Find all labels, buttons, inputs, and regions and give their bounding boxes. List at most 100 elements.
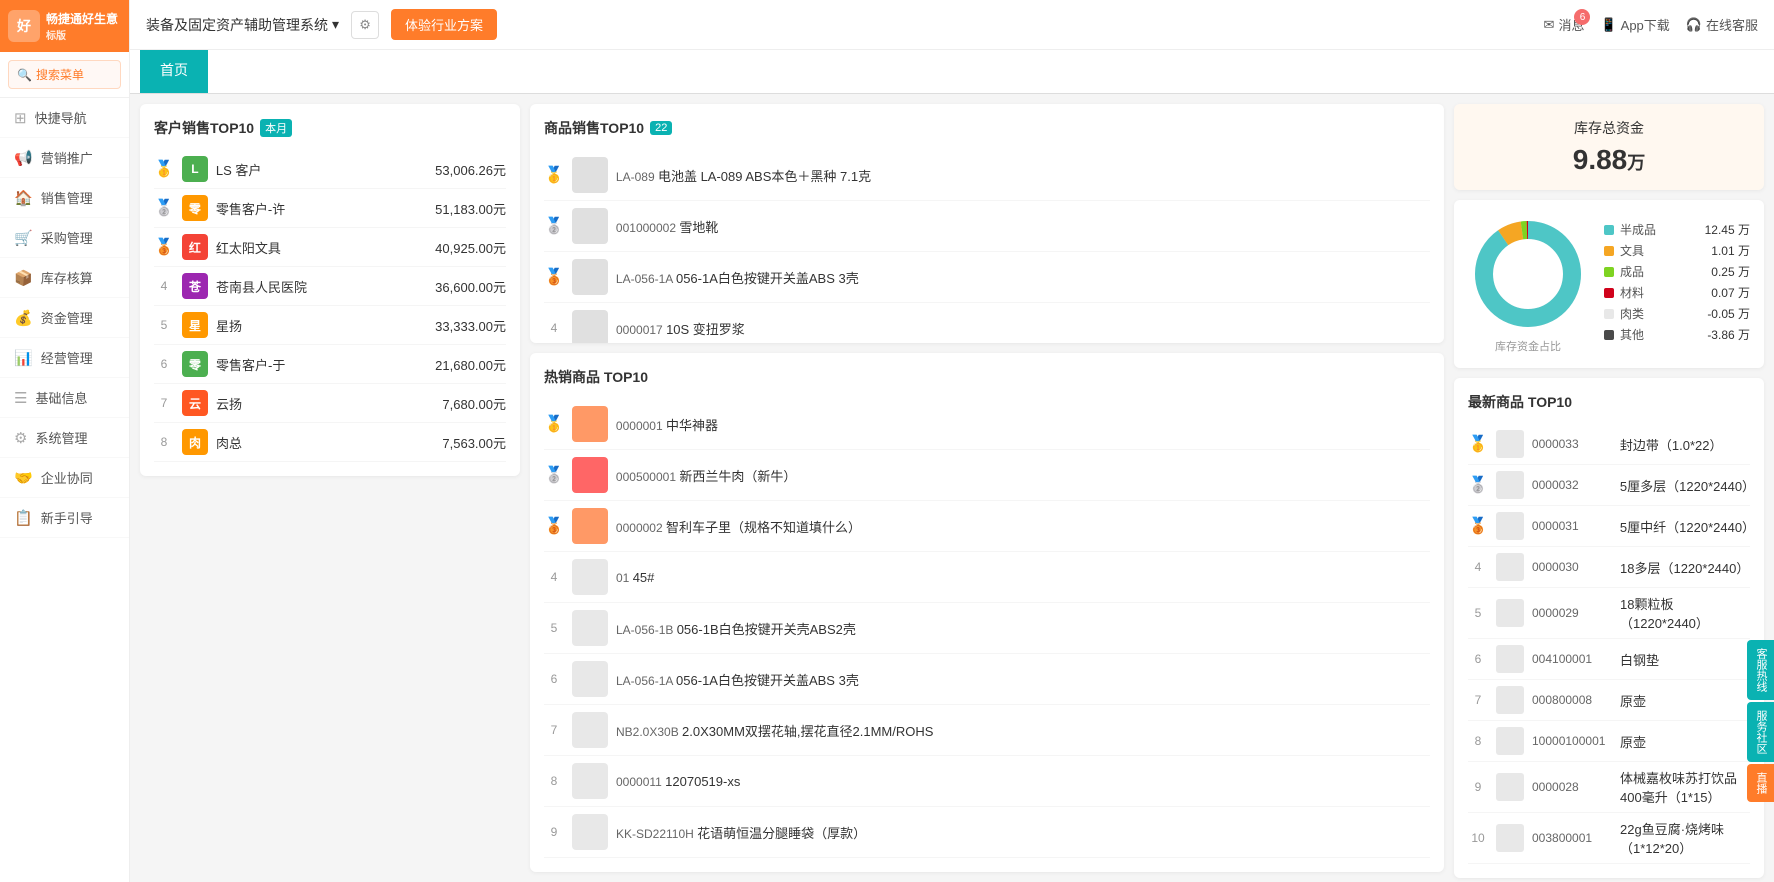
new-product-row: 90000028体械嘉枚味苏打饮品400毫升（1*15） — [1468, 762, 1750, 813]
stock-donut-card: 库存资金占比 半成品12.45 万文具1.01 万成品0.25 万材料0.07 … — [1454, 200, 1764, 368]
hot-product-row: 🥉0000002 智利车子里（规格不知道填什么） — [544, 501, 1430, 552]
customer-row: 🥈零零售客户-许51,183.00元 — [154, 189, 506, 228]
right-column: 库存总资金 9.88万 — [1454, 104, 1764, 872]
customer-top10-card: 客户销售TOP10 本月 🥇LLS 客户53,006.26元🥈零零售客户-许51… — [140, 104, 520, 476]
logo: 好 畅捷通好生意 标版 — [0, 0, 129, 52]
settings-button[interactable]: ⚙ — [351, 11, 379, 39]
sales-icon: 🏠 — [14, 189, 33, 207]
topbar-actions: ✉ 消息 6 📱 App下载 🎧 在线客服 — [1544, 15, 1758, 34]
message-button[interactable]: ✉ 消息 6 — [1544, 15, 1585, 34]
sidebar-item-finance[interactable]: 💰 资金管理 — [0, 298, 129, 338]
system-title: 装备及固定资产辅助管理系统 — [146, 15, 328, 35]
stock-total-card: 库存总资金 9.88万 — [1454, 104, 1764, 190]
sidebar-item-basic[interactable]: ☰ 基础信息 — [0, 378, 129, 418]
donut-label: 库存资金占比 — [1468, 338, 1588, 354]
system-icon: ⚙ — [14, 429, 27, 447]
customer-row: 8肉肉总7,563.00元 — [154, 423, 506, 462]
system-title-dropdown[interactable]: 装备及固定资产辅助管理系统 ▾ — [146, 15, 339, 35]
product-sales-row: 🥉LA-056-1A 056-1A白色按键开关盖ABS 3壳 — [544, 252, 1430, 303]
stock-total-label: 库存总资金 — [1468, 118, 1750, 138]
tab-home[interactable]: 首页 — [140, 50, 208, 93]
guide-icon: 📋 — [14, 509, 33, 527]
product-sales-title: 商品销售TOP10 22 — [544, 118, 1430, 138]
stock-icon: 📦 — [14, 269, 33, 287]
left-column: 客户销售TOP10 本月 🥇LLS 客户53,006.26元🥈零零售客户-许51… — [140, 104, 520, 872]
sidebar: 好 畅捷通好生意 标版 🔍 搜索菜单 ⊞ 快捷导航 📢 营销推广 🏠 销售管理 … — [0, 0, 130, 882]
customer-row: 🥇LLS 客户53,006.26元 — [154, 150, 506, 189]
headset-icon: 🎧 — [1686, 17, 1702, 33]
new-product-row: 🥉00000315厘中纤（1220*2440） — [1468, 506, 1750, 547]
hot-products-list: 🥇0000001 中华神器🥈000500001 新西兰牛肉（新牛）🥉000000… — [544, 399, 1430, 858]
product-sales-row: 40000017 10S 变扭罗浆 — [544, 303, 1430, 343]
operations-icon: 📊 — [14, 349, 33, 367]
sidebar-item-guide[interactable]: 📋 新手引导 — [0, 498, 129, 538]
customer-top10-tag: 本月 — [260, 119, 292, 137]
stock-total-value: 9.88万 — [1468, 144, 1750, 176]
message-icon: ✉ — [1544, 17, 1555, 33]
cs-hotline-button[interactable]: 客服热线 — [1747, 640, 1774, 700]
donut-legend: 半成品12.45 万文具1.01 万成品0.25 万材料0.07 万肉类-0.0… — [1604, 221, 1750, 347]
new-product-row: 810000100001原壶 — [1468, 721, 1750, 762]
donut-section: 库存资金占比 半成品12.45 万文具1.01 万成品0.25 万材料0.07 … — [1468, 214, 1750, 354]
app-download-button[interactable]: 📱 App下载 — [1600, 15, 1669, 34]
product-sales-row: 🥇LA-089 电池盖 LA-089 ABS本色＋黑种 7.1克 — [544, 150, 1430, 201]
topbar: 装备及固定资产辅助管理系统 ▾ ⚙ 体验行业方案 ✉ 消息 6 📱 App下载 … — [130, 0, 1774, 50]
donut-chart — [1468, 214, 1588, 334]
product-sales-card: 商品销售TOP10 22 🥇LA-089 电池盖 LA-089 ABS本色＋黑种… — [530, 104, 1444, 343]
customer-top10-title: 客户销售TOP10 本月 — [154, 118, 506, 138]
customer-row: 7云云扬7,680.00元 — [154, 384, 506, 423]
cs-live-button[interactable]: 直播 — [1747, 764, 1774, 802]
new-products-title: 最新商品 TOP10 — [1468, 392, 1750, 412]
sidebar-item-stock[interactable]: 📦 库存核算 — [0, 258, 129, 298]
sidebar-item-purchase[interactable]: 🛒 采购管理 — [0, 218, 129, 258]
new-product-row: 6004100001白钢垫 — [1468, 639, 1750, 680]
sidebar-item-cooperation[interactable]: 🤝 企业协同 — [0, 458, 129, 498]
logo-icon: 好 — [8, 10, 40, 42]
new-product-row: 🥈00000325厘多层（1220*2440） — [1468, 465, 1750, 506]
basic-icon: ☰ — [14, 389, 27, 407]
hot-product-row: 5LA-056-1B 056-1B白色按键开关壳ABS2壳 — [544, 603, 1430, 654]
hot-product-row: 7NB2.0X30B 2.0X30MM双摆花轴,摆花直径2.1MM/ROHS — [544, 705, 1430, 756]
quicknav-icon: ⊞ — [14, 109, 27, 127]
new-product-row: 5000002918颗粒板（1220*2440） — [1468, 588, 1750, 639]
new-product-row: 🥇0000033封边带（1.0*22） — [1468, 424, 1750, 465]
content-area: 客户销售TOP10 本月 🥇LLS 客户53,006.26元🥈零零售客户-许51… — [130, 94, 1774, 882]
new-product-row: 1000380000122g鱼豆腐·烧烤味（1*12*20） — [1468, 813, 1750, 864]
finance-icon: 💰 — [14, 309, 33, 327]
hot-products-card: 热销商品 TOP10 🥇0000001 中华神器🥈000500001 新西兰牛肉… — [530, 353, 1444, 872]
hot-products-title: 热销商品 TOP10 — [544, 367, 1430, 387]
sidebar-item-quicknav[interactable]: ⊞ 快捷导航 — [0, 98, 129, 138]
dropdown-arrow-icon: ▾ — [332, 16, 339, 33]
search-menu-button[interactable]: 🔍 搜索菜单 — [8, 60, 121, 89]
customer-list: 🥇LLS 客户53,006.26元🥈零零售客户-许51,183.00元🥉红红太阳… — [154, 150, 506, 462]
product-sales-tag: 22 — [650, 121, 672, 135]
cs-community-button[interactable]: 服务社区 — [1747, 702, 1774, 762]
sidebar-item-marketing[interactable]: 📢 营销推广 — [0, 138, 129, 178]
new-products-card: 最新商品 TOP10 🥇0000033封边带（1.0*22）🥈00000325厘… — [1454, 378, 1764, 878]
sidebar-item-sales[interactable]: 🏠 销售管理 — [0, 178, 129, 218]
purchase-icon: 🛒 — [14, 229, 33, 247]
new-product-row: 7000800008原壶 — [1468, 680, 1750, 721]
phone-icon: 📱 — [1600, 17, 1616, 33]
hot-product-row: 80000011 12070519-xs — [544, 756, 1430, 807]
customer-row: 🥉红红太阳文具40,925.00元 — [154, 228, 506, 267]
main-area: 装备及固定资产辅助管理系统 ▾ ⚙ 体验行业方案 ✉ 消息 6 📱 App下载 … — [130, 0, 1774, 882]
hot-product-row: 9KK-SD22110H 花语萌恒温分腿睡袋（厚款） — [544, 807, 1430, 858]
product-sales-row: 🥈001000002 雪地靴 — [544, 201, 1430, 252]
hot-product-row: 6LA-056-1A 056-1A白色按键开关盖ABS 3壳 — [544, 654, 1430, 705]
customer-row: 4苍苍南县人民医院36,600.00元 — [154, 267, 506, 306]
marketing-icon: 📢 — [14, 149, 33, 167]
product-sales-list: 🥇LA-089 电池盖 LA-089 ABS本色＋黑种 7.1克🥈0010000… — [544, 150, 1430, 343]
online-service-button[interactable]: 🎧 在线客服 — [1686, 15, 1758, 34]
hot-product-row: 🥈000500001 新西兰牛肉（新牛） — [544, 450, 1430, 501]
experience-button[interactable]: 体验行业方案 — [391, 9, 497, 40]
sidebar-item-operations[interactable]: 📊 经营管理 — [0, 338, 129, 378]
hot-product-row: 🥇0000001 中华神器 — [544, 399, 1430, 450]
customer-service-float: 客服热线 服务社区 直播 — [1747, 640, 1774, 802]
middle-column: 商品销售TOP10 22 🥇LA-089 电池盖 LA-089 ABS本色＋黑种… — [530, 104, 1444, 872]
logo-title: 畅捷通好生意 — [46, 10, 118, 27]
sidebar-search: 🔍 搜索菜单 — [0, 52, 129, 98]
sidebar-item-system[interactable]: ⚙ 系统管理 — [0, 418, 129, 458]
hot-product-row: 401 45# — [544, 552, 1430, 603]
logo-sub: 标版 — [46, 27, 118, 42]
